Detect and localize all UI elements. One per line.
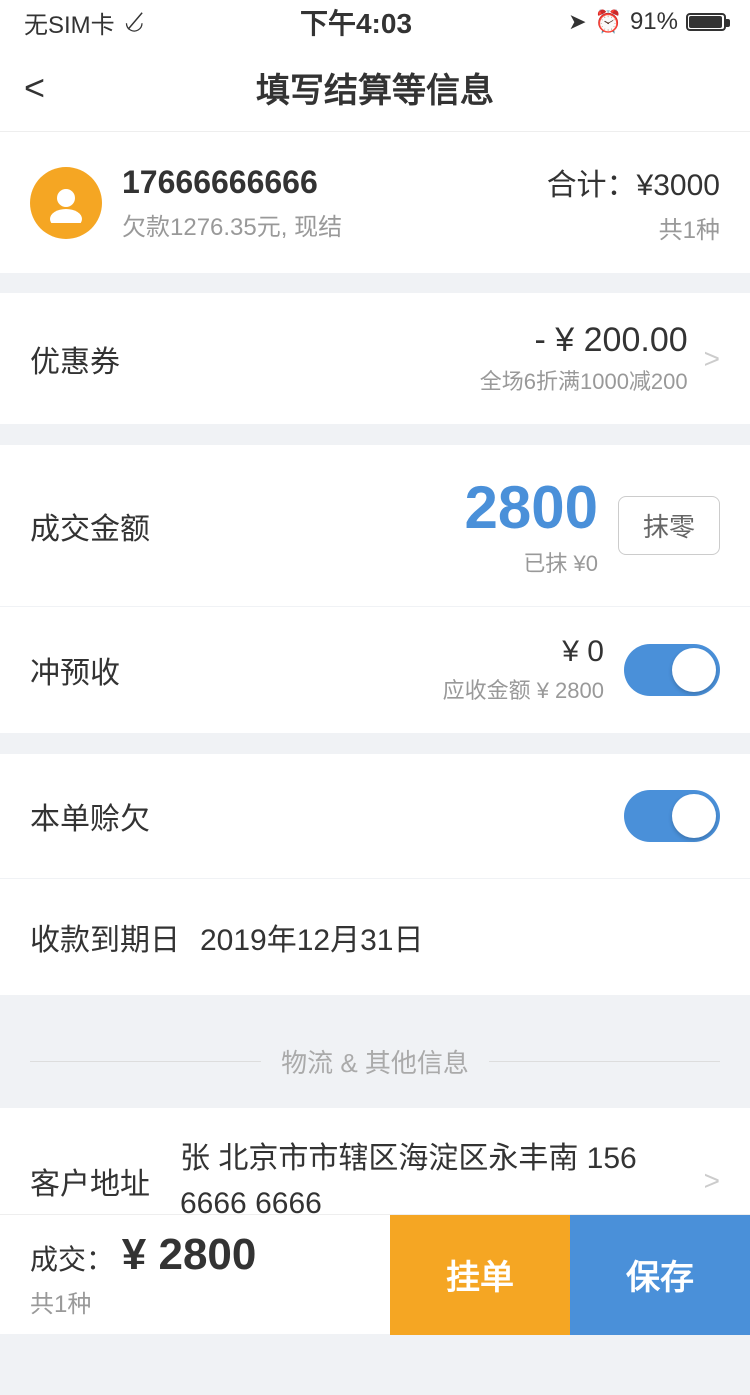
status-bar: 无SIM卡 ◡̸ 下午4:03 ➤ ⏰ 91% (0, 0, 750, 44)
avatar (30, 167, 102, 239)
user-details: 17666666666 欠款1276.35元, 现结 (122, 164, 342, 242)
divider-4 (0, 995, 750, 1015)
total-amount: 合计：¥3000 (547, 160, 720, 204)
debt-toggle-knob (672, 794, 716, 838)
address-chevron-icon: > (704, 1165, 720, 1197)
page-title: 填写结算等信息 (256, 63, 494, 112)
due-date-value: 2019年12月31日 (200, 915, 423, 959)
divider-1 (0, 273, 750, 293)
debt-label: 本单赊欠 (30, 794, 150, 838)
divider-3 (0, 734, 750, 754)
charge-right: ¥ 0 应收金额 ¥ 2800 (443, 635, 720, 705)
save-button[interactable]: 保存 (570, 1215, 750, 1335)
wifi-icon: ◡̸ (125, 9, 144, 35)
user-phone: 17666666666 (122, 164, 342, 201)
address-text: 张 北京市市辖区海淀区永丰南 156 6666 6666 (180, 1136, 694, 1226)
coupon-desc: 全场6折满1000减200 (480, 364, 688, 396)
logistics-line-right (489, 1061, 720, 1062)
bottom-deal-label: 成交： (30, 1244, 114, 1275)
hold-button[interactable]: 挂单 (390, 1215, 570, 1335)
charge-sub: 应收金额 ¥ 2800 (443, 673, 604, 705)
due-date-label: 收款到期日 (30, 915, 180, 959)
coupon-info: - ¥ 200.00 全场6折满1000减200 (480, 321, 688, 396)
debt-toggle[interactable] (624, 790, 720, 842)
content: 17666666666 欠款1276.35元, 现结 合计：¥3000 共1种 … (0, 132, 750, 1395)
address-label: 客户地址 (30, 1159, 150, 1203)
carrier-text: 无SIM卡 (24, 5, 115, 40)
round-button[interactable]: 抹零 (618, 496, 720, 555)
coupon-row[interactable]: 优惠券 - ¥ 200.00 全场6折满1000减200 > (0, 293, 750, 425)
toggle-knob (672, 648, 716, 692)
header: < 填写结算等信息 (0, 44, 750, 132)
transaction-erased: 已抹 ¥0 (465, 546, 598, 578)
debt-row: 本单赊欠 (0, 754, 750, 879)
logistics-label: 物流 & 其他信息 (281, 1043, 469, 1080)
coupon-amount: - ¥ 200.00 (480, 321, 688, 360)
location-icon: ➤ (568, 9, 586, 35)
bottom-bar: 成交： ¥ 2800 共1种 挂单 保存 (0, 1214, 750, 1334)
charge-amount: ¥ 0 (443, 635, 604, 669)
charge-info: ¥ 0 应收金额 ¥ 2800 (443, 635, 604, 705)
address-right: 张 北京市市辖区海淀区永丰南 156 6666 6666 > (180, 1136, 720, 1226)
total-count: 共1种 (547, 210, 720, 245)
transaction-right: 2800 已抹 ¥0 抹零 (465, 473, 721, 578)
user-debt: 欠款1276.35元, 现结 (122, 207, 342, 242)
battery-icon (686, 13, 726, 31)
transaction-row: 成交金额 2800 已抹 ¥0 抹零 (0, 445, 750, 607)
bottom-amount: ¥ 2800 (122, 1230, 257, 1279)
status-time: 下午4:03 (300, 2, 412, 42)
coupon-label: 优惠券 (30, 337, 120, 381)
user-total: 合计：¥3000 共1种 (547, 160, 720, 245)
charge-label: 冲预收 (30, 648, 120, 692)
divider-2 (0, 425, 750, 445)
alarm-icon: ⏰ (595, 9, 622, 35)
status-left: 无SIM卡 ◡̸ (24, 5, 144, 40)
bottom-summary: 成交： ¥ 2800 共1种 (0, 1230, 390, 1319)
charge-toggle[interactable] (624, 644, 720, 696)
chevron-right-icon: > (704, 343, 720, 375)
status-right: ➤ ⏰ 91% (568, 8, 726, 36)
charge-row: 冲预收 ¥ 0 应收金额 ¥ 2800 (0, 607, 750, 734)
transaction-label: 成交金额 (30, 504, 150, 548)
bottom-deal-line: 成交： ¥ 2800 (30, 1230, 360, 1280)
user-info: 17666666666 欠款1276.35元, 现结 (30, 164, 342, 242)
back-button[interactable]: < (24, 67, 45, 109)
battery-text: 91% (630, 8, 678, 36)
bottom-count: 共1种 (30, 1284, 360, 1319)
user-section: 17666666666 欠款1276.35元, 现结 合计：¥3000 共1种 (0, 132, 750, 273)
due-date-row: 收款到期日 2019年12月31日 (0, 879, 750, 995)
transaction-nums: 2800 已抹 ¥0 (465, 473, 598, 578)
logistics-divider: 物流 & 其他信息 (0, 1015, 750, 1108)
logistics-line-left (30, 1061, 261, 1062)
transaction-amount: 2800 (465, 473, 598, 542)
coupon-right: - ¥ 200.00 全场6折满1000减200 > (480, 321, 720, 396)
